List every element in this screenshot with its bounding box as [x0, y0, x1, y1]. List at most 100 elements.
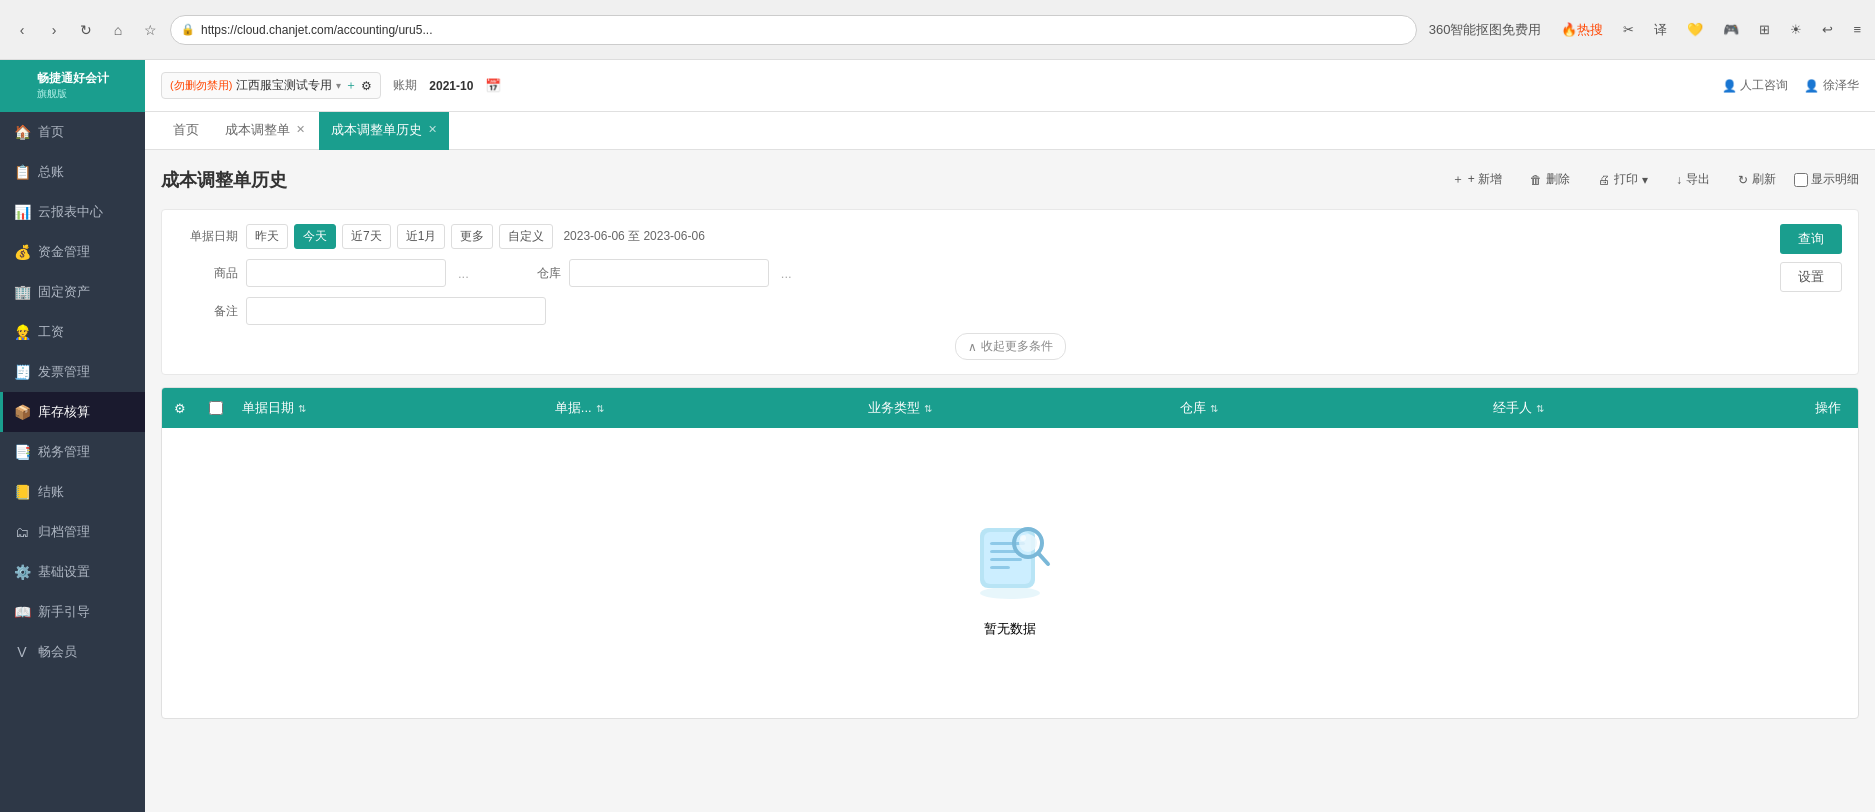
sidebar-item-home[interactable]: 🏠 首页 — [0, 112, 145, 152]
date-btn-custom[interactable]: 自定义 — [499, 224, 553, 249]
calendar-icon[interactable]: 📅 — [485, 78, 501, 93]
search-label[interactable]: 360智能抠图免费用 — [1423, 19, 1548, 41]
close-tab-history[interactable]: ✕ — [428, 123, 437, 136]
ledger-icon: 📋 — [14, 164, 30, 180]
brightness-icon: ☀ — [1784, 20, 1808, 39]
refresh-button[interactable]: ↻ 刷新 — [1728, 166, 1786, 193]
goods-more-btn[interactable]: ... — [454, 266, 473, 281]
inventory-icon: 📦 — [14, 404, 30, 420]
collapse-button[interactable]: ∧ 收起更多条件 — [955, 333, 1066, 360]
filter-settings-button[interactable]: 设置 — [1780, 262, 1842, 292]
filter-area: 单据日期 昨天 今天 近7天 近1月 更多 自定义 2023-06-06 至 2… — [161, 209, 1859, 375]
content-area: 成本调整单历史 ＋ + 新增 🗑 删除 🖨 打印 ▾ — [145, 150, 1875, 812]
app-container: 畅捷通好会计 旗舰版 🏠 首页 📋 总账 📊 云报表中心 💰 资金管理 — [0, 60, 1875, 812]
sidebar-item-vip[interactable]: V 畅会员 — [0, 632, 145, 672]
sidebar-label-settings: 基础设置 — [38, 563, 90, 581]
forward-button[interactable]: › — [40, 16, 68, 44]
user-profile[interactable]: 👤 徐泽华 — [1804, 77, 1859, 94]
ssl-icon: 🔒 — [181, 23, 195, 36]
svg-point-0 — [980, 587, 1040, 599]
star-button[interactable]: ☆ — [136, 16, 164, 44]
tab-cost-adjustment-history[interactable]: 成本调整单历史 ✕ — [319, 112, 449, 150]
print-button[interactable]: 🖨 打印 ▾ — [1588, 166, 1658, 193]
service-link[interactable]: 👤 人工咨询 — [1722, 77, 1788, 94]
sidebar-label-tax: 税务管理 — [38, 443, 90, 461]
export-button[interactable]: ↓ 导出 — [1666, 166, 1720, 193]
delete-button[interactable]: 🗑 删除 — [1520, 166, 1580, 193]
sidebar-label-vip: 畅会员 — [38, 643, 77, 661]
date-btn-7days[interactable]: 近7天 — [342, 224, 391, 249]
add-account-icon[interactable]: ＋ — [345, 77, 357, 94]
archive-icon: 🗂 — [14, 524, 30, 540]
refresh-icon: ↻ — [1738, 173, 1748, 187]
sidebar-item-closing[interactable]: 📒 结账 — [0, 472, 145, 512]
translate-icon[interactable]: 译 — [1648, 19, 1673, 41]
sort-business-icon: ⇅ — [924, 403, 932, 414]
hot-search-label[interactable]: 🔥热搜 — [1555, 19, 1609, 41]
show-columns-checkbox[interactable] — [1794, 173, 1808, 187]
sidebar-label-inventory: 库存核算 — [38, 403, 90, 421]
tab-cost-adjustment[interactable]: 成本调整单 ✕ — [213, 112, 317, 150]
account-selector[interactable]: (勿删勿禁用) 江西服宝测试专用 ▾ ＋ ⚙ — [161, 72, 381, 99]
table-settings-icon[interactable]: ⚙ — [162, 401, 198, 416]
th-warehouse[interactable]: 仓库 ⇅ — [1172, 399, 1485, 417]
th-doc-number[interactable]: 单据... ⇅ — [547, 399, 860, 417]
sidebar-item-fixed-assets[interactable]: 🏢 固定资产 — [0, 272, 145, 312]
goods-input[interactable] — [246, 259, 446, 287]
tab-home[interactable]: 首页 — [161, 112, 211, 150]
address-bar[interactable]: 🔒 https://cloud.chanjet.com/accounting/u… — [170, 15, 1417, 45]
guide-icon: 📖 — [14, 604, 30, 620]
sidebar-item-funds[interactable]: 💰 资金管理 — [0, 232, 145, 272]
warehouse-input[interactable] — [569, 259, 769, 287]
sidebar-item-salary[interactable]: 👷 工资 — [0, 312, 145, 352]
sidebar-logo: 畅捷通好会计 旗舰版 — [0, 60, 145, 112]
table-select-all[interactable] — [198, 401, 234, 415]
back-button[interactable]: ‹ — [8, 16, 36, 44]
vip-icon: V — [14, 644, 30, 660]
th-doc-number-label: 单据... — [555, 399, 592, 417]
svg-point-10 — [1020, 535, 1026, 541]
select-all-checkbox[interactable] — [209, 401, 223, 415]
sidebar-label-guide: 新手引导 — [38, 603, 90, 621]
th-handler[interactable]: 经手人 ⇅ — [1485, 399, 1798, 417]
remark-input[interactable] — [246, 297, 546, 325]
th-date[interactable]: 单据日期 ⇅ — [234, 399, 547, 417]
menu-icon[interactable]: ≡ — [1847, 20, 1867, 39]
sidebar-item-settings[interactable]: ⚙️ 基础设置 — [0, 552, 145, 592]
salary-icon: 👷 — [14, 324, 30, 340]
fixed-assets-icon: 🏢 — [14, 284, 30, 300]
refresh-label: 刷新 — [1752, 171, 1776, 188]
browser-nav: ‹ › ↻ ⌂ ☆ — [8, 16, 164, 44]
sort-handler-icon: ⇅ — [1536, 403, 1544, 414]
sidebar-item-tax[interactable]: 📑 税务管理 — [0, 432, 145, 472]
sort-warehouse-icon: ⇅ — [1210, 403, 1218, 414]
show-columns-text: 显示明细 — [1811, 171, 1859, 188]
reports-icon: 📊 — [14, 204, 30, 220]
date-button-group: 昨天 今天 近7天 近1月 更多 自定义 2023-06-06 至 2023-0… — [246, 224, 705, 249]
close-tab-cost-adjustment[interactable]: ✕ — [296, 123, 305, 136]
sidebar-item-reports[interactable]: 📊 云报表中心 — [0, 192, 145, 232]
print-chevron-icon: ▾ — [1642, 173, 1648, 187]
top-bar: (勿删勿禁用) 江西服宝测试专用 ▾ ＋ ⚙ 账期 2021-10 📅 👤 人工… — [145, 60, 1875, 112]
th-business-type-label: 业务类型 — [868, 399, 920, 417]
sidebar-item-archive[interactable]: 🗂 归档管理 — [0, 512, 145, 552]
warehouse-more-btn[interactable]: ... — [777, 266, 796, 281]
date-btn-1month[interactable]: 近1月 — [397, 224, 446, 249]
table-header: ⚙ 单据日期 ⇅ 单据... ⇅ 业务类型 ⇅ — [162, 388, 1858, 428]
sidebar-item-invoice[interactable]: 🧾 发票管理 — [0, 352, 145, 392]
sidebar-item-guide[interactable]: 📖 新手引导 — [0, 592, 145, 632]
period-label: 账期 — [393, 77, 417, 94]
new-button[interactable]: ＋ + 新增 — [1442, 166, 1512, 193]
th-business-type[interactable]: 业务类型 ⇅ — [860, 399, 1173, 417]
date-btn-today[interactable]: 今天 — [294, 224, 336, 249]
new-icon: ＋ — [1452, 171, 1464, 188]
home-button[interactable]: ⌂ — [104, 16, 132, 44]
date-btn-yesterday[interactable]: 昨天 — [246, 224, 288, 249]
date-btn-more[interactable]: 更多 — [451, 224, 493, 249]
sidebar-item-ledger[interactable]: 📋 总账 — [0, 152, 145, 192]
account-settings-icon[interactable]: ⚙ — [361, 79, 372, 93]
show-columns-label: 显示明细 — [1794, 171, 1859, 188]
sidebar-item-inventory[interactable]: 📦 库存核算 — [0, 392, 145, 432]
reload-button[interactable]: ↻ — [72, 16, 100, 44]
query-button[interactable]: 查询 — [1780, 224, 1842, 254]
